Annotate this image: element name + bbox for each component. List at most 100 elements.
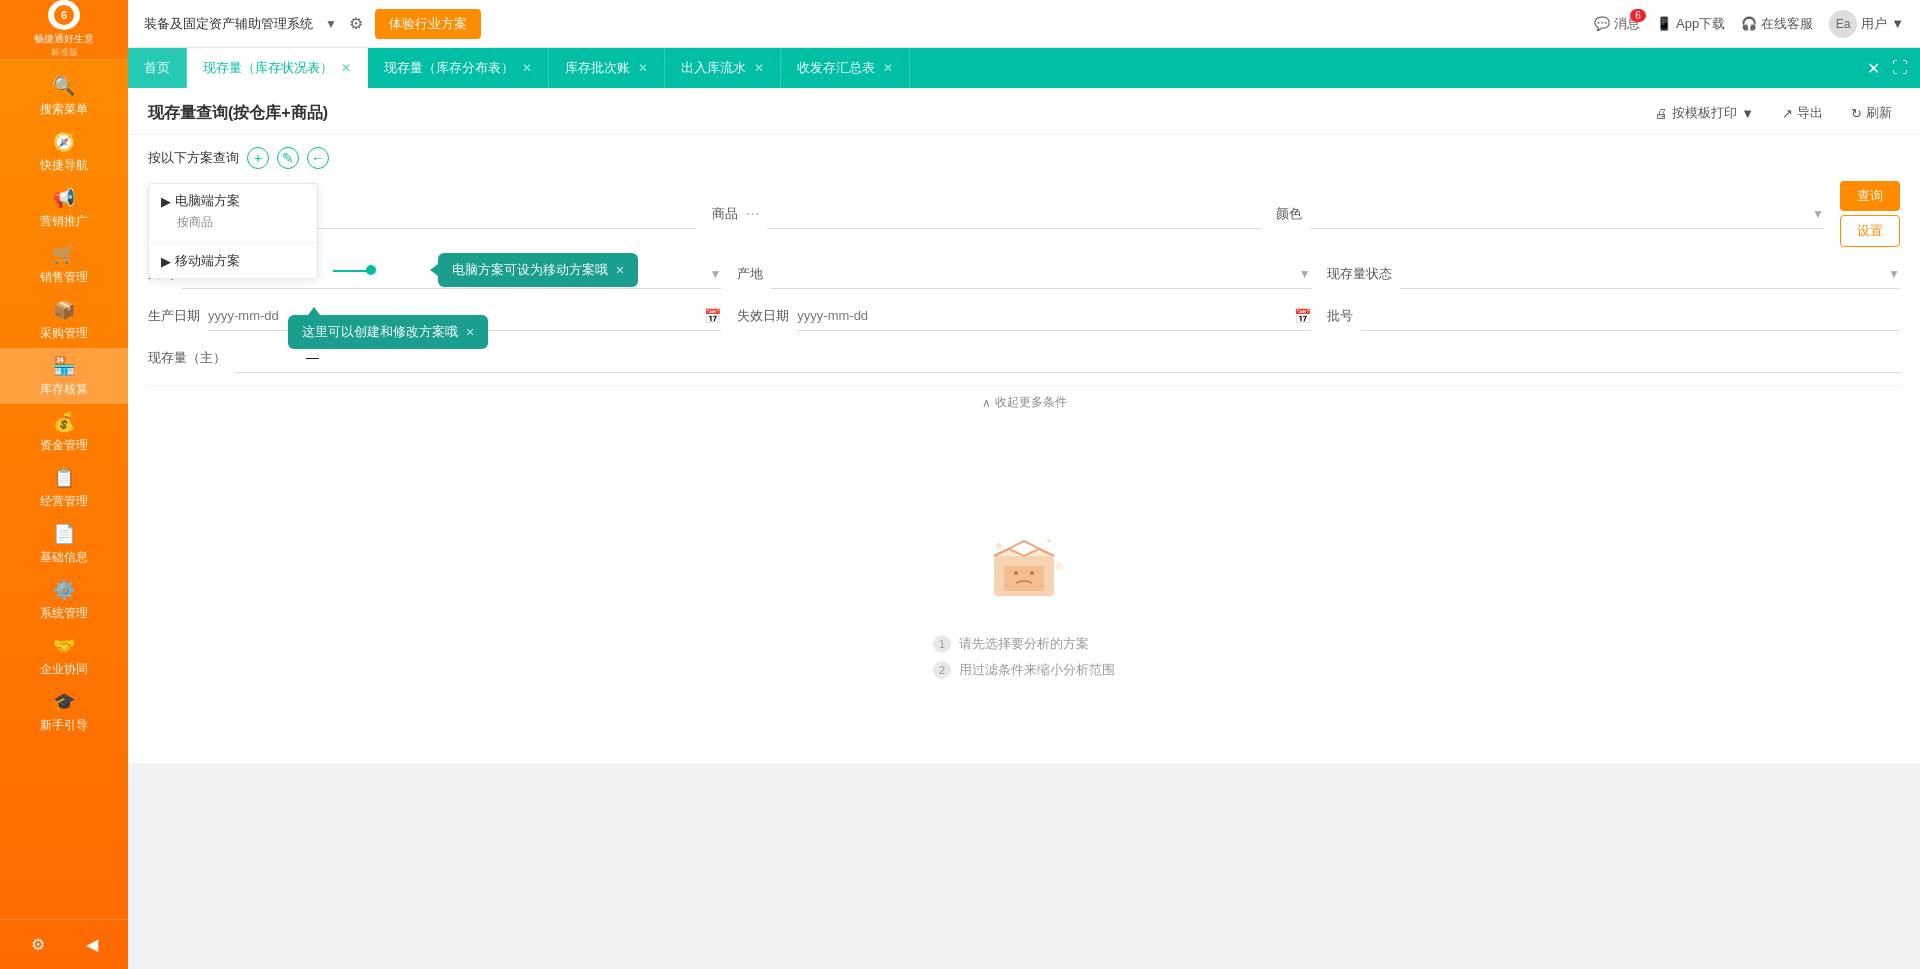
tooltip-create-plan: 这里可以创建和修改方案哦 × xyxy=(288,315,488,349)
collapse-sidebar-btn[interactable]: ◀ xyxy=(86,935,98,954)
collapse-up-icon: ∧ xyxy=(982,396,991,410)
tab-close-summary[interactable]: ✕ xyxy=(883,61,893,75)
filter-group-batch: 批号 xyxy=(1327,301,1900,331)
add-plan-btn[interactable]: + xyxy=(247,147,269,169)
goods-label: 商品 xyxy=(712,205,738,223)
sidebar-item-finance[interactable]: 💰 资金管理 xyxy=(0,404,128,460)
refresh-btn[interactable]: ↻ 刷新 xyxy=(1843,100,1900,126)
filter-row-1: 仓库 ··· 商品 ··· 颜色 ▼ xyxy=(148,181,1900,247)
sidebar-item-basic-info[interactable]: 📄 基础信息 xyxy=(0,516,128,572)
expiry-date-input-wrapper: 📅 xyxy=(797,301,1310,331)
user-dropdown-icon: ▼ xyxy=(1891,16,1904,31)
tooltip1-close[interactable]: × xyxy=(616,262,624,278)
system-name: 装备及固定资产辅助管理系统 xyxy=(144,15,313,33)
message-badge: 6 xyxy=(1630,9,1646,22)
system-icon: ⚙️ xyxy=(53,579,75,601)
tab-close-flow[interactable]: ✕ xyxy=(754,61,764,75)
prod-date-calendar-icon[interactable]: 📅 xyxy=(704,308,721,324)
stock-main-min[interactable] xyxy=(238,350,298,365)
goods-select[interactable] xyxy=(767,199,1260,229)
sidebar-item-search[interactable]: 🔍 搜索菜单 xyxy=(0,68,128,124)
plan-panel: ▶ 电脑端方案 按商品 ▶ 移动端方案 xyxy=(148,183,318,279)
plan-section-mobile: ▶ 移动端方案 xyxy=(149,243,317,278)
enterprise-icon: 🤝 xyxy=(53,635,75,657)
collapse-bar[interactable]: ∧ 收起更多条件 xyxy=(148,385,1900,419)
tab-stock-dist-label: 现存量（库存分布表） xyxy=(384,59,514,77)
stock-main-max[interactable] xyxy=(327,350,387,365)
sidebar-item-inventory[interactable]: 🏪 库存核算 xyxy=(0,348,128,404)
origin-select[interactable]: ▼ xyxy=(771,259,1310,289)
refresh-icon: ↻ xyxy=(1851,106,1862,121)
basic-info-icon: 📄 xyxy=(53,523,75,545)
plan-mobile-arrow: ▶ xyxy=(161,254,171,269)
print-btn[interactable]: 🖨 按模板打印 ▼ xyxy=(1647,100,1762,126)
edit-plan-btn[interactable]: ✎ xyxy=(277,147,299,169)
export-btn[interactable]: ↗ 导出 xyxy=(1774,100,1831,126)
tab-expand-btn[interactable]: ⛶ xyxy=(1888,55,1912,81)
tab-close-stock-dist[interactable]: ✕ xyxy=(522,61,532,75)
settings-footer-btn[interactable]: ⚙ xyxy=(31,935,45,954)
svg-text:6: 6 xyxy=(61,9,67,21)
industry-btn[interactable]: 体验行业方案 xyxy=(375,9,481,39)
marketing-icon: 📢 xyxy=(53,187,75,209)
plan-desktop-arrow: ▶ xyxy=(161,194,171,209)
tab-home[interactable]: 首页 xyxy=(128,48,187,88)
app-download-btn[interactable]: 📱 App下载 xyxy=(1656,15,1725,33)
search-btn[interactable]: 查询 xyxy=(1840,181,1900,211)
search-icon: 🔍 xyxy=(53,75,75,97)
tab-batch-account[interactable]: 库存批次账 ✕ xyxy=(549,48,665,88)
settings-btn[interactable]: 设置 xyxy=(1840,215,1900,247)
print-icon: 🖨 xyxy=(1655,106,1668,121)
empty-steps: 1 请先选择要分析的方案 2 用过滤条件来缩小分析范围 xyxy=(933,631,1115,683)
sidebar-item-enterprise[interactable]: 🤝 企业协同 xyxy=(0,628,128,684)
tooltip2-close[interactable]: × xyxy=(466,324,474,340)
tab-flow-label: 出入库流水 xyxy=(681,59,746,77)
sidebar-item-label-quick: 快捷导航 xyxy=(40,157,88,174)
tab-close-all-btn[interactable]: ✕ xyxy=(1863,55,1884,82)
batch-input[interactable] xyxy=(1361,301,1900,331)
sidebar-item-guide[interactable]: 🎓 新手引导 xyxy=(0,684,128,740)
compass-icon: 🧭 xyxy=(53,131,75,153)
user-avatar-area[interactable]: Ea 用户 ▼ xyxy=(1829,10,1904,38)
header-settings-icon[interactable]: ⚙ xyxy=(349,14,363,33)
avatar: Ea xyxy=(1829,10,1857,38)
sidebar-item-quick-nav[interactable]: 🧭 快捷导航 xyxy=(0,124,128,180)
filter-group-origin: 产地 ▼ xyxy=(737,259,1310,289)
messages-btn[interactable]: 💬 消息 6 xyxy=(1594,15,1640,33)
sidebar-logo: 6 畅捷通好生意 标准版 xyxy=(0,0,128,60)
tab-summary[interactable]: 收发存汇总表 ✕ xyxy=(781,48,910,88)
header-right: 💬 消息 6 📱 App下载 🎧 在线客服 Ea 用户 ▼ xyxy=(1594,10,1904,38)
tab-close-stock-status[interactable]: ✕ xyxy=(341,61,351,75)
plan-section-mobile-title[interactable]: ▶ 移动端方案 xyxy=(161,252,305,270)
filter-group-stock-status: 现存量状态 ▼ xyxy=(1327,259,1900,289)
tab-stock-status[interactable]: 现存量（库存状况表） ✕ xyxy=(187,48,368,88)
plan-arrow-btn[interactable]: ← xyxy=(307,147,329,169)
sidebar-item-marketing[interactable]: 📢 营销推广 xyxy=(0,180,128,236)
goods-dots[interactable]: ··· xyxy=(746,205,759,223)
system-dropdown-btn[interactable]: ▼ xyxy=(325,17,337,31)
print-dropdown-icon: ▼ xyxy=(1741,106,1754,121)
expiry-calendar-icon[interactable]: 📅 xyxy=(1294,308,1311,324)
tab-close-batch[interactable]: ✕ xyxy=(638,61,648,75)
plan-section-desktop-title[interactable]: ▶ 电脑端方案 xyxy=(161,192,305,210)
sidebar-item-management[interactable]: 📋 经营管理 xyxy=(0,460,128,516)
tab-flow[interactable]: 出入库流水 ✕ xyxy=(665,48,781,88)
sidebar-item-label-basic: 基础信息 xyxy=(40,549,88,566)
color-select[interactable]: ▼ xyxy=(1310,199,1824,229)
sidebar-item-purchase[interactable]: 📦 采购管理 xyxy=(0,292,128,348)
sidebar-item-sales[interactable]: 🛒 销售管理 xyxy=(0,236,128,292)
tab-stock-dist[interactable]: 现存量（库存分布表） ✕ xyxy=(368,48,549,88)
management-icon: 📋 xyxy=(53,467,75,489)
sidebar: 6 畅捷通好生意 标准版 🔍 搜索菜单 🧭 快捷导航 📢 营销推广 🛒 销售管理… xyxy=(0,0,128,969)
page-content: 现存量查询(按仓库+商品) 🖨 按模板打印 ▼ ↗ 导出 ↻ 刷新 xyxy=(128,88,1920,969)
page-title-bar: 现存量查询(按仓库+商品) 🖨 按模板打印 ▼ ↗ 导出 ↻ 刷新 xyxy=(128,88,1920,135)
sidebar-item-system[interactable]: ⚙️ 系统管理 xyxy=(0,572,128,628)
logo-text: 畅捷通好生意 xyxy=(34,32,94,46)
online-support-btn[interactable]: 🎧 在线客服 xyxy=(1741,15,1813,33)
tab-bar: 首页 现存量（库存状况表） ✕ 现存量（库存分布表） ✕ 库存批次账 ✕ 出入库… xyxy=(128,48,1920,88)
filter-header: 按以下方案查询 + ✎ ← xyxy=(148,147,1900,169)
finance-icon: 💰 xyxy=(53,411,75,433)
stock-status-select[interactable]: ▼ xyxy=(1400,259,1900,289)
expiry-date-start[interactable] xyxy=(797,308,1293,323)
step-1-label: 请先选择要分析的方案 xyxy=(959,631,1089,657)
